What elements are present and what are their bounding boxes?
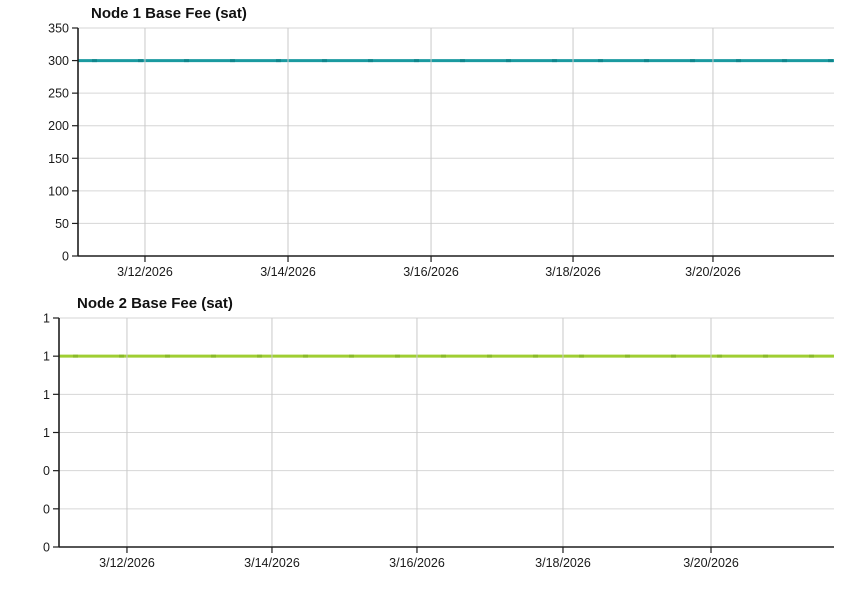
y-tick-label: 150	[48, 152, 69, 166]
chart-node-1-base-fee: Node 1 Base Fee (sat) 350 300 250 200 150 100…	[0, 0, 860, 290]
y-tick-label: 1	[43, 312, 50, 326]
y-tick-label: 50	[55, 217, 69, 231]
y-tick-label: 300	[48, 54, 69, 68]
y-tick-label: 100	[48, 184, 69, 198]
y-tick-label: 1	[43, 350, 50, 364]
x-tick-label: 3/20/2026	[685, 265, 741, 279]
y-tick-label: 0	[43, 502, 50, 516]
dashboard-canvas: Node 1 Base Fee (sat) 350 300 250 200 150 100…	[0, 0, 860, 600]
y-tick-label: 350	[48, 22, 69, 36]
y-tick-label: 0	[43, 541, 50, 555]
x-tick-label: 3/16/2026	[389, 556, 445, 570]
y-tick-label: 0	[62, 250, 69, 264]
x-tick-label: 3/16/2026	[403, 265, 459, 279]
x-tick-label: 3/12/2026	[117, 265, 173, 279]
x-tick-label: 3/18/2026	[535, 556, 591, 570]
y-tick-label: 1	[43, 388, 50, 402]
x-tick-label: 3/14/2026	[260, 265, 316, 279]
x-tick-label: 3/12/2026	[99, 556, 155, 570]
y-tick-label: 250	[48, 87, 69, 101]
x-tick-label: 3/20/2026	[683, 556, 739, 570]
chart-plot-area: 350 300 250 200 150 100 50 0 3/12/2026 3/14/2026 3…	[48, 22, 834, 279]
y-tick-label: 1	[43, 426, 50, 440]
x-tick-label: 3/14/2026	[244, 556, 300, 570]
x-tick-label: 3/18/2026	[545, 265, 601, 279]
chart-node-2-base-fee: Node 2 Base Fee (sat) 1 1 1 1 0 0 0 3/12/2026 3/…	[0, 290, 860, 600]
y-tick-label: 0	[43, 464, 50, 478]
chart-plot-area: 1 1 1 1 0 0 0 3/12/2026 3/14/2026 3/16/2026 3/18/2…	[43, 312, 834, 570]
y-tick-label: 200	[48, 119, 69, 133]
